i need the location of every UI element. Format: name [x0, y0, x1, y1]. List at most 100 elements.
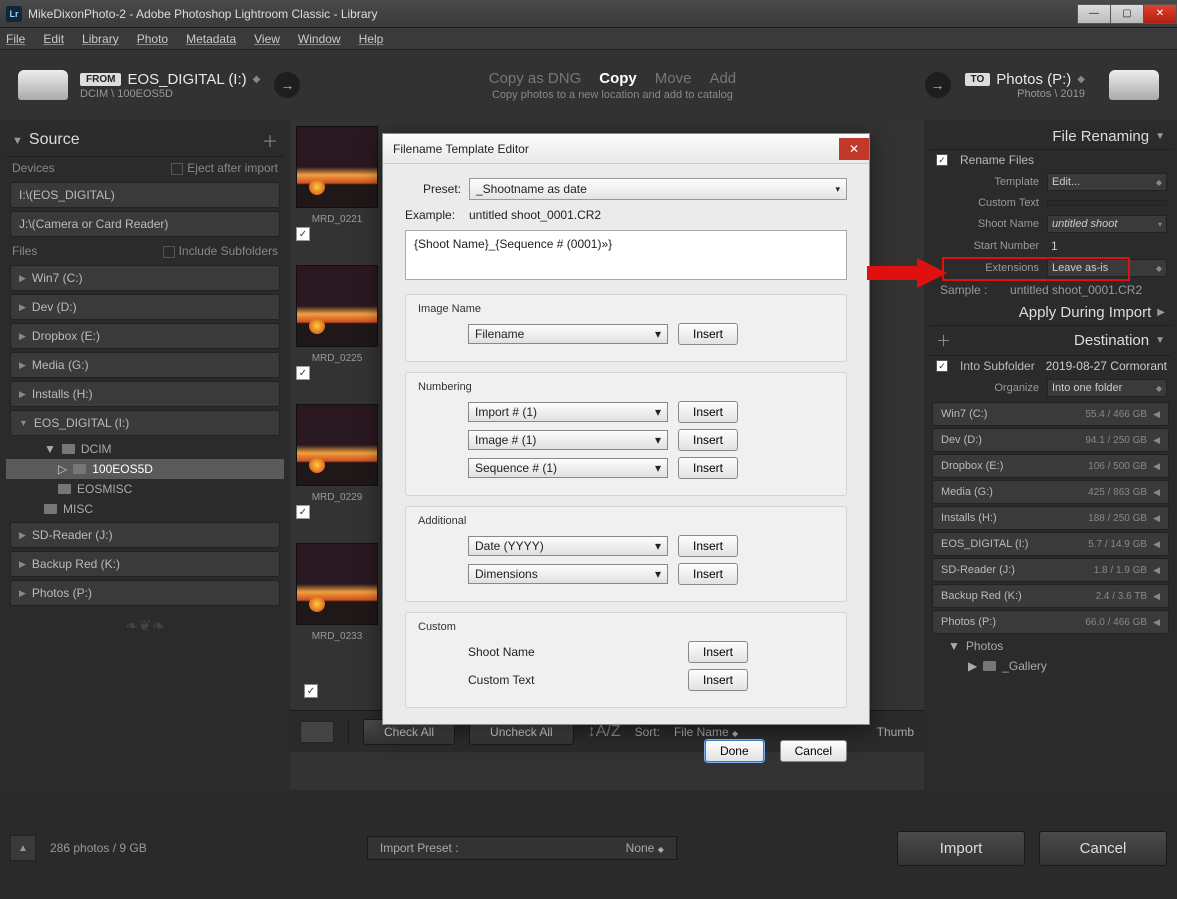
- drive-item[interactable]: ▶Dropbox (E:): [10, 323, 280, 349]
- destination-drive-item[interactable]: Dev (D:)94.1 / 250 GB◀: [932, 428, 1169, 452]
- insert-button[interactable]: Insert: [678, 429, 738, 451]
- destination-drive-item[interactable]: Photos (P:)66.0 / 466 GB◀: [932, 610, 1169, 634]
- drive-item[interactable]: ▶SD-Reader (J:): [10, 522, 280, 548]
- dest-folder[interactable]: ▼Photos: [930, 636, 1171, 656]
- to-dest[interactable]: Photos (P:): [996, 71, 1071, 88]
- arrow-right-icon: →: [274, 72, 300, 98]
- insert-button[interactable]: Insert: [688, 641, 748, 663]
- eject-checkbox[interactable]: [171, 163, 183, 175]
- insert-button[interactable]: Insert: [678, 457, 738, 479]
- drive-item[interactable]: ▶Dev (D:): [10, 294, 280, 320]
- custom-text-input[interactable]: [1047, 200, 1167, 206]
- folder-icon: [73, 464, 86, 474]
- rename-files-checkbox[interactable]: ✓: [936, 154, 948, 166]
- menu-view[interactable]: View: [254, 32, 280, 46]
- opt-copy-dng[interactable]: Copy as DNG: [489, 70, 582, 87]
- thumb-checkbox[interactable]: ✓: [296, 505, 310, 519]
- preset-dropdown[interactable]: _Shootname as date▾: [469, 178, 847, 200]
- collapse-icon[interactable]: ▶: [1157, 307, 1165, 318]
- organize-dropdown[interactable]: Into one folder◆: [1047, 379, 1167, 397]
- menu-metadata[interactable]: Metadata: [186, 32, 236, 46]
- dest-folder[interactable]: ▶_Gallery: [930, 656, 1171, 676]
- insert-button[interactable]: Insert: [678, 401, 738, 423]
- folder-100eos5d[interactable]: ▷100EOS5D: [6, 459, 284, 479]
- dimensions-dropdown[interactable]: Dimensions▾: [468, 564, 668, 584]
- thumb-checkbox[interactable]: ✓: [296, 227, 310, 241]
- destination-drive-item[interactable]: Dropbox (E:)106 / 500 GB◀: [932, 454, 1169, 478]
- cancel-button[interactable]: Cancel: [780, 740, 847, 762]
- thumb-checkbox[interactable]: ✓: [296, 366, 310, 380]
- to-dropdown-icon[interactable]: ◆: [1077, 74, 1085, 85]
- folder-misc[interactable]: MISC: [6, 499, 284, 519]
- date-dropdown[interactable]: Date (YYYY)▾: [468, 536, 668, 556]
- photo-thumbnail[interactable]: [296, 126, 378, 208]
- subfolder-name[interactable]: 2019-08-27 Cormorant: [1046, 359, 1167, 373]
- menu-edit[interactable]: Edit: [43, 32, 64, 46]
- device-item[interactable]: I:\(EOS_DIGITAL): [10, 182, 280, 208]
- destination-drive-item[interactable]: SD-Reader (J:)1.8 / 1.9 GB◀: [932, 558, 1169, 582]
- menu-window[interactable]: Window: [298, 32, 341, 46]
- menu-file[interactable]: File: [6, 32, 25, 46]
- from-badge: FROM: [80, 73, 121, 86]
- folder-dcim[interactable]: ▼DCIM: [6, 439, 284, 459]
- filename-dropdown[interactable]: Filename▾: [468, 324, 668, 344]
- thumb-checkbox[interactable]: ✓: [304, 684, 318, 698]
- dialog-close-button[interactable]: ✕: [839, 138, 869, 160]
- cancel-button[interactable]: Cancel: [1039, 831, 1167, 866]
- drive-item[interactable]: ▶Installs (H:): [10, 381, 280, 407]
- menu-photo[interactable]: Photo: [137, 32, 168, 46]
- menu-library[interactable]: Library: [82, 32, 119, 46]
- to-path: Photos \ 2019: [1017, 88, 1085, 100]
- image-num-dropdown[interactable]: Image # (1)▾: [468, 430, 668, 450]
- import-num-dropdown[interactable]: Import # (1)▾: [468, 402, 668, 422]
- collapse-icon[interactable]: ▼: [1155, 335, 1165, 346]
- destination-drive-item[interactable]: EOS_DIGITAL (I:)5.7 / 14.9 GB◀: [932, 532, 1169, 556]
- shoot-name-input[interactable]: untitled shoot▾: [1047, 215, 1167, 233]
- device-item[interactable]: J:\(Camera or Card Reader): [10, 211, 280, 237]
- drive-item[interactable]: ▶Win7 (C:): [10, 265, 280, 291]
- into-subfolder-checkbox[interactable]: ✓: [936, 360, 948, 372]
- drive-item[interactable]: ▶Backup Red (K:): [10, 551, 280, 577]
- destination-drive-item[interactable]: Backup Red (K:)2.4 / 3.6 TB◀: [932, 584, 1169, 608]
- insert-button[interactable]: Insert: [678, 323, 738, 345]
- drive-item[interactable]: ▶Photos (P:): [10, 580, 280, 606]
- thumb-filename: MRD_0233: [312, 631, 363, 642]
- template-dropdown[interactable]: Edit...◆: [1047, 173, 1167, 191]
- drive-item-open[interactable]: ▼EOS_DIGITAL (I:): [10, 410, 280, 436]
- opt-add[interactable]: Add: [709, 70, 736, 87]
- drive-item[interactable]: ▶Media (G:): [10, 352, 280, 378]
- add-dest-icon[interactable]: ＋: [936, 330, 951, 351]
- file-renaming-title: File Renaming: [1052, 128, 1149, 145]
- insert-button[interactable]: Insert: [688, 669, 748, 691]
- from-source[interactable]: EOS_DIGITAL (I:): [127, 71, 246, 88]
- sequence-num-dropdown[interactable]: Sequence # (1)▾: [468, 458, 668, 478]
- photo-thumbnail[interactable]: [296, 543, 378, 625]
- import-preset-dropdown[interactable]: Import Preset :None ◆: [367, 836, 677, 860]
- insert-button[interactable]: Insert: [678, 563, 738, 585]
- destination-drive-item[interactable]: Win7 (C:)55.4 / 466 GB◀: [932, 402, 1169, 426]
- close-button[interactable]: ✕: [1143, 4, 1177, 24]
- destination-drive-item[interactable]: Media (G:)425 / 863 GB◀: [932, 480, 1169, 504]
- include-subfolders-checkbox[interactable]: [163, 246, 175, 258]
- destination-drive-item[interactable]: Installs (H:)188 / 250 GB◀: [932, 506, 1169, 530]
- collapse-icon[interactable]: ▼: [12, 135, 23, 147]
- include-label: Include Subfolders: [179, 244, 278, 258]
- import-button[interactable]: Import: [897, 831, 1025, 866]
- maximize-button[interactable]: ▢: [1110, 4, 1144, 24]
- collapse-icon[interactable]: ▼: [1155, 131, 1165, 142]
- from-dropdown-icon[interactable]: ◆: [253, 74, 261, 85]
- grid-view-icon[interactable]: [300, 721, 334, 743]
- insert-button[interactable]: Insert: [678, 535, 738, 557]
- opt-copy[interactable]: Copy: [599, 70, 637, 87]
- minimize-button[interactable]: —: [1077, 4, 1111, 24]
- done-button[interactable]: Done: [705, 740, 764, 762]
- opt-move[interactable]: Move: [655, 70, 692, 87]
- folder-eosmisc[interactable]: EOSMISC: [6, 479, 284, 499]
- template-text-input[interactable]: {Shoot Name}_{Sequence # (0001)»}: [405, 230, 847, 280]
- numbering-group: Numbering: [418, 381, 834, 393]
- add-source-icon[interactable]: ＋: [262, 128, 278, 152]
- menu-help[interactable]: Help: [359, 32, 384, 46]
- photo-thumbnail[interactable]: [296, 404, 378, 486]
- photo-thumbnail[interactable]: [296, 265, 378, 347]
- expand-panel-icon[interactable]: ▲: [10, 835, 36, 861]
